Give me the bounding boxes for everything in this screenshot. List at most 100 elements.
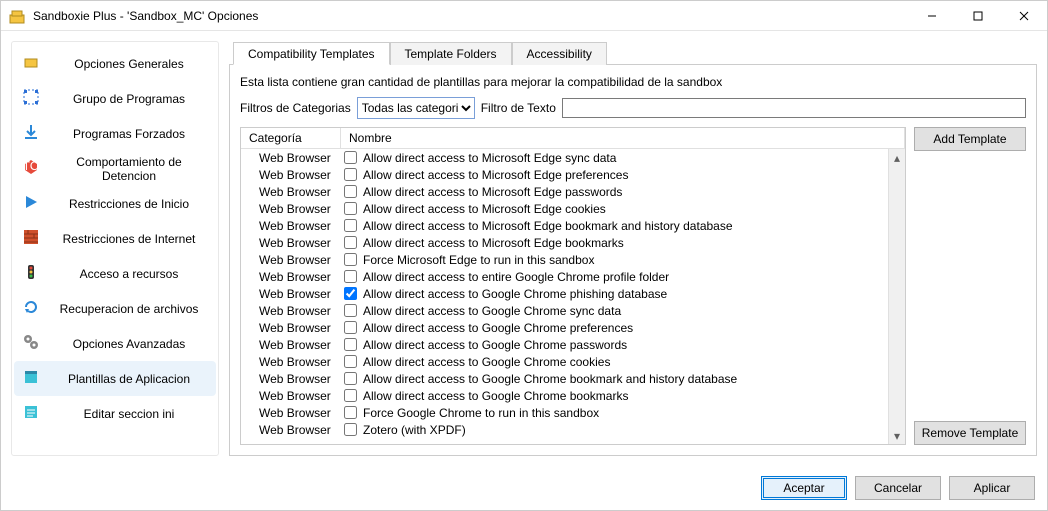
cell-checkbox — [341, 236, 359, 249]
table-header: Categoría Nombre — [241, 128, 905, 149]
tabs-row: Compatibility TemplatesTemplate FoldersA… — [229, 41, 1037, 65]
sidebar-item-0[interactable]: Opciones Generales — [14, 46, 216, 81]
table-row[interactable]: Web BrowserAllow direct access to Micros… — [241, 217, 888, 234]
cell-name: Allow direct access to Google Chrome syn… — [359, 304, 888, 318]
sidebar-item-10[interactable]: Editar seccion ini — [14, 396, 216, 431]
cell-name: Allow direct access to Google Chrome pre… — [359, 321, 888, 335]
row-checkbox[interactable] — [344, 304, 357, 317]
cancel-button[interactable]: Cancelar — [855, 476, 941, 500]
cell-category: Web Browser — [259, 389, 341, 403]
maximize-button[interactable] — [955, 1, 1001, 31]
sidebar: Opciones Generales Grupo de ProgramasProg… — [11, 41, 219, 456]
row-checkbox[interactable] — [344, 151, 357, 164]
table-row[interactable]: Web BrowserAllow direct access to Micros… — [241, 183, 888, 200]
row-checkbox[interactable] — [344, 287, 357, 300]
row-checkbox[interactable] — [344, 355, 357, 368]
remove-template-button[interactable]: Remove Template — [914, 421, 1026, 445]
cell-name: Allow direct access to Microsoft Edge pr… — [359, 168, 888, 182]
sidebar-icon-1 — [22, 88, 40, 109]
sidebar-item-7[interactable]: Recuperacion de archivos — [14, 291, 216, 326]
dialog-footer: Aceptar Cancelar Aplicar — [1, 466, 1047, 510]
cell-category: Web Browser — [259, 253, 341, 267]
table-row[interactable]: Web BrowserAllow direct access to Google… — [241, 387, 888, 404]
sidebar-item-6[interactable]: Acceso a recursos — [14, 256, 216, 291]
row-checkbox[interactable] — [344, 338, 357, 351]
filter-text-label: Filtro de Texto — [481, 101, 556, 115]
scroll-up-icon[interactable]: ▴ — [889, 149, 905, 166]
table-row[interactable]: Web BrowserAllow direct access to Micros… — [241, 149, 888, 166]
close-button[interactable] — [1001, 1, 1047, 31]
titlebar: Sandboxie Plus - 'Sandbox_MC' Opciones — [1, 1, 1047, 31]
app-icon — [9, 8, 25, 24]
add-template-button[interactable]: Add Template — [914, 127, 1026, 151]
column-header-category[interactable]: Categoría — [241, 128, 341, 148]
cell-category: Web Browser — [259, 304, 341, 318]
row-checkbox[interactable] — [344, 406, 357, 419]
apply-button[interactable]: Aplicar — [949, 476, 1035, 500]
tab-2[interactable]: Accessibility — [512, 42, 607, 65]
table-row[interactable]: Web BrowserAllow direct access to Google… — [241, 353, 888, 370]
side-buttons: Add Template Remove Template — [914, 127, 1026, 445]
row-checkbox[interactable] — [344, 321, 357, 334]
row-checkbox[interactable] — [344, 372, 357, 385]
window: Sandboxie Plus - 'Sandbox_MC' Opciones O… — [0, 0, 1048, 511]
sidebar-icon-4 — [22, 193, 40, 214]
row-checkbox[interactable] — [344, 253, 357, 266]
table-wrap: Categoría Nombre Web BrowserAllow direct… — [240, 127, 1026, 445]
window-controls — [909, 1, 1047, 31]
cell-name: Allow direct access to Microsoft Edge bo… — [359, 219, 888, 233]
cell-category: Web Browser — [259, 338, 341, 352]
sidebar-label: Plantillas de Aplicacion — [50, 372, 208, 386]
filter-text-input[interactable] — [562, 98, 1026, 118]
table-row[interactable]: Web BrowserAllow direct access to Google… — [241, 285, 888, 302]
cell-category: Web Browser — [259, 406, 341, 420]
table-row[interactable]: Web Browser Allow direct access to Micros… — [241, 166, 888, 183]
main-panel: Compatibility TemplatesTemplate FoldersA… — [229, 41, 1037, 456]
sidebar-item-2[interactable]: Programas Forzados — [14, 116, 216, 151]
table-row[interactable]: Web BrowserAllow direct access to Micros… — [241, 200, 888, 217]
row-checkbox[interactable] — [344, 219, 357, 232]
row-checkbox[interactable] — [344, 236, 357, 249]
cell-checkbox — [341, 270, 359, 283]
description-text: Esta lista contiene gran cantidad de pla… — [240, 75, 1026, 89]
row-checkbox[interactable] — [344, 185, 357, 198]
cell-category: Web Browser — [259, 168, 341, 182]
table-row[interactable]: Web Browser Allow direct access to Google… — [241, 302, 888, 319]
sidebar-icon-5 — [22, 228, 40, 249]
cell-checkbox — [341, 168, 359, 181]
row-checkbox[interactable] — [344, 423, 357, 436]
row-checkbox[interactable] — [344, 389, 357, 402]
tab-0[interactable]: Compatibility Templates — [233, 42, 390, 65]
sidebar-item-1[interactable]: Grupo de Programas — [14, 81, 216, 116]
table-row[interactable]: Web BrowserAllow direct access to entire… — [241, 268, 888, 285]
sidebar-item-4[interactable]: Restricciones de Inicio — [14, 186, 216, 221]
table-row[interactable]: Web BrowserAllow direct access to Google… — [241, 319, 888, 336]
sidebar-item-5[interactable]: Restricciones de Internet — [14, 221, 216, 256]
sidebar-item-3[interactable]: STOPComportamiento de Detencion — [14, 151, 216, 186]
table-row[interactable]: Web BrowserAllow direct access to Google… — [241, 336, 888, 353]
column-header-name[interactable]: Nombre — [341, 128, 905, 148]
cell-checkbox — [341, 406, 359, 419]
row-checkbox[interactable] — [344, 168, 357, 181]
tab-1[interactable]: Template Folders — [390, 42, 512, 65]
table-row[interactable]: Web BrowserAllow direct access to Micros… — [241, 234, 888, 251]
table-row[interactable]: Web BrowserAllow direct access to Google… — [241, 370, 888, 387]
table-row[interactable]: Web BrowserForce Microsoft Edge to run i… — [241, 251, 888, 268]
cell-checkbox — [341, 389, 359, 402]
row-checkbox[interactable] — [344, 202, 357, 215]
vertical-scrollbar[interactable]: ▴ ▾ — [888, 149, 905, 444]
minimize-button[interactable] — [909, 1, 955, 31]
row-checkbox[interactable] — [344, 270, 357, 283]
scroll-down-icon[interactable]: ▾ — [889, 427, 905, 444]
sidebar-item-9[interactable]: Plantillas de Aplicacion — [14, 361, 216, 396]
table-row[interactable]: Web BrowserForce Google Chrome to run in… — [241, 404, 888, 421]
table-row[interactable]: Web BrowserZotero (with XPDF) — [241, 421, 888, 438]
sidebar-label: Opciones Generales — [50, 57, 208, 71]
cell-category: Web Browser — [259, 185, 341, 199]
sidebar-label: Opciones Avanzadas — [50, 337, 208, 351]
accept-button[interactable]: Aceptar — [761, 476, 847, 500]
tab-content: Esta lista contiene gran cantidad de pla… — [229, 65, 1037, 456]
filter-category-select[interactable]: Todas las categorias — [357, 97, 475, 119]
sidebar-item-8[interactable]: Opciones Avanzadas — [14, 326, 216, 361]
window-title: Sandboxie Plus - 'Sandbox_MC' Opciones — [33, 9, 909, 23]
